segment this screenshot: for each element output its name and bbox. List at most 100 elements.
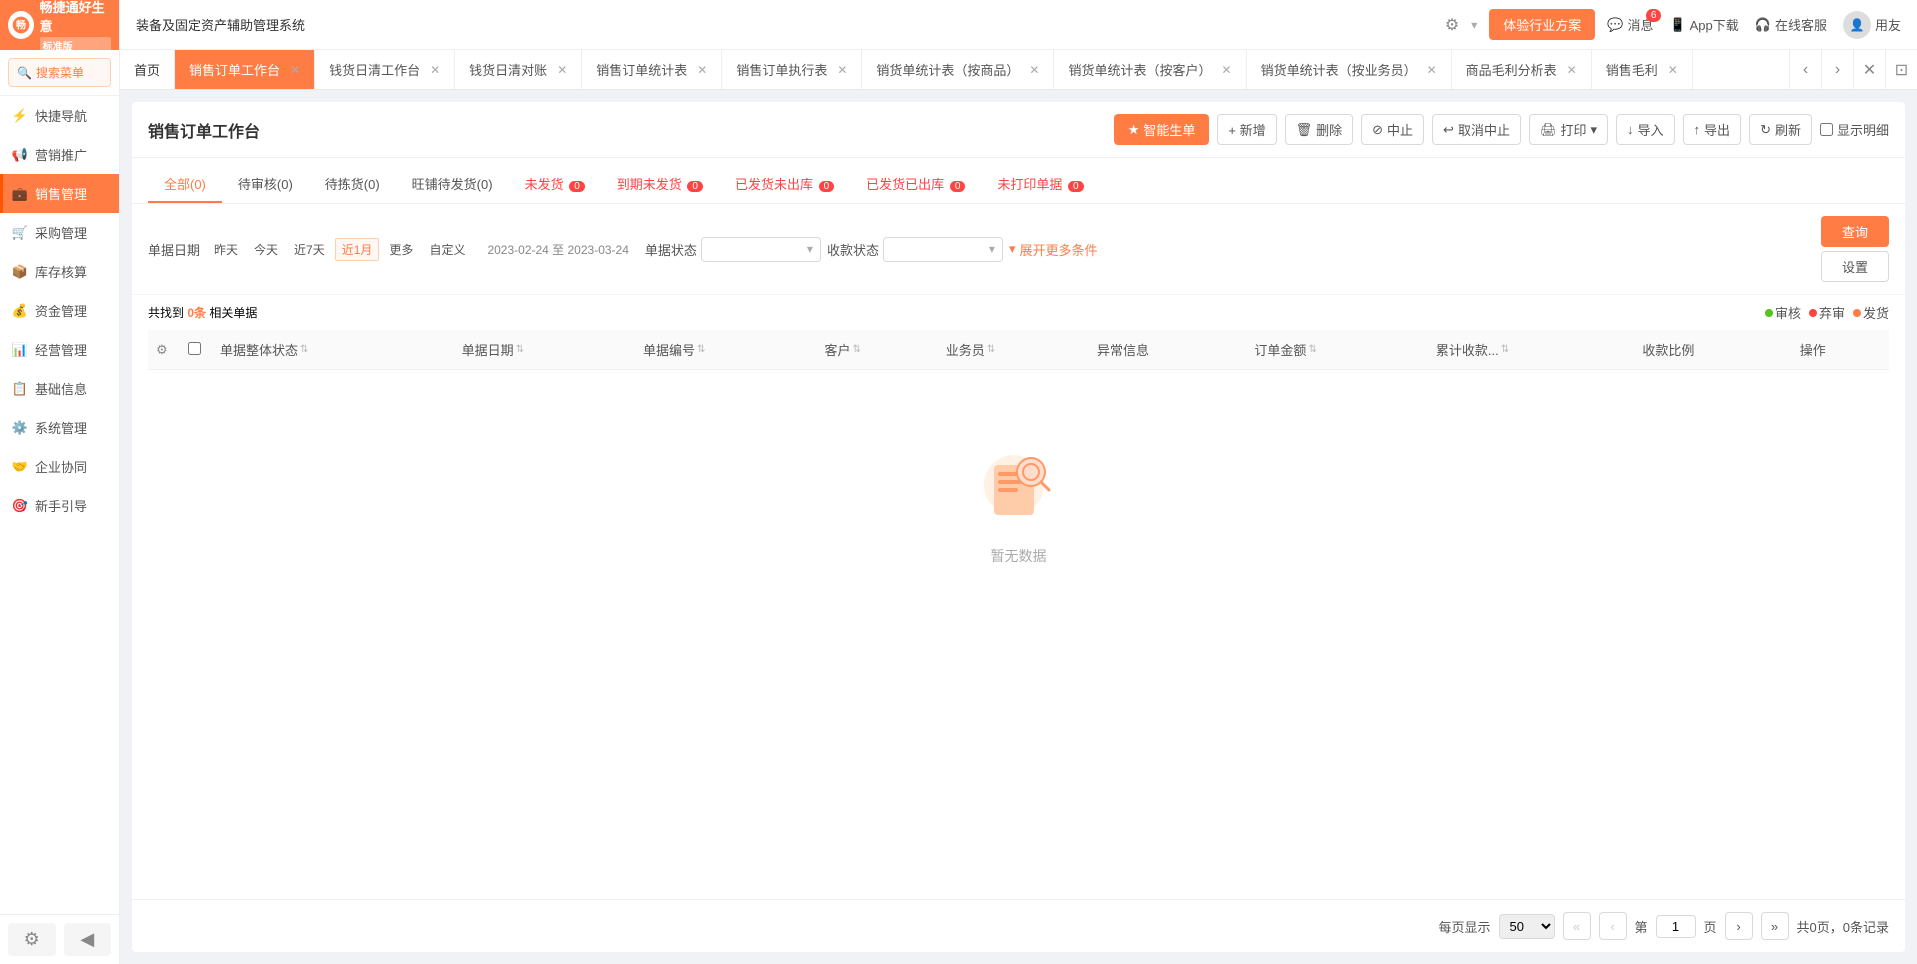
- filter-tab-pending-review[interactable]: 待审核(0): [222, 166, 309, 203]
- sidebar-item-system[interactable]: ⚙️ 系统管理: [0, 408, 119, 447]
- tab-sales-customer-close[interactable]: ✕: [1222, 63, 1232, 77]
- tab-prev-button[interactable]: ‹: [1789, 50, 1821, 90]
- page-prev-button[interactable]: ‹: [1599, 912, 1627, 940]
- th-collected-sort[interactable]: 累计收款... ⇅: [1436, 340, 1626, 359]
- th-ratio-label: 收款比例: [1642, 343, 1694, 358]
- result-actions: 审核 弃审 发货: [1765, 303, 1889, 322]
- settings-query-button[interactable]: 设置: [1821, 251, 1889, 282]
- tab-close-all-button[interactable]: ✕: [1853, 50, 1885, 90]
- date-option-1month[interactable]: 近1月: [335, 238, 380, 261]
- collapse-button[interactable]: ◀: [64, 923, 112, 956]
- tab-sales-product-close[interactable]: ✕: [1029, 63, 1039, 77]
- tab-home[interactable]: 首页: [120, 50, 175, 90]
- filter-tab-not-printed[interactable]: 未打印单据 0: [981, 166, 1099, 203]
- sidebar-item-operation[interactable]: 📊 经营管理: [0, 330, 119, 369]
- tab-product-margin[interactable]: 商品毛利分析表 ✕: [1452, 50, 1592, 90]
- filter-tab-wangpu[interactable]: 旺铺待发货(0): [396, 166, 509, 203]
- page-input[interactable]: [1656, 915, 1696, 938]
- tab-daily-cash[interactable]: 钱货日清工作台 ✕: [315, 50, 455, 90]
- date-option-today[interactable]: 今天: [248, 239, 284, 260]
- th-settings[interactable]: ⚙: [148, 330, 180, 370]
- status-select[interactable]: [701, 237, 821, 262]
- tab-sales-gross-close[interactable]: ✕: [1668, 63, 1678, 77]
- search-menu-button[interactable]: 🔍 搜索菜单: [8, 58, 111, 87]
- show-detail-input[interactable]: [1820, 123, 1833, 136]
- tab-sales-order-exec[interactable]: 销售订单执行表 ✕: [722, 50, 862, 90]
- payment-select[interactable]: [883, 237, 1003, 262]
- tab-fullscreen-button[interactable]: ⊡: [1885, 50, 1917, 90]
- sidebar-item-purchase[interactable]: 🛒 采购管理: [0, 213, 119, 252]
- sidebar-item-marketing[interactable]: 📢 营销推广: [0, 135, 119, 174]
- delete-button[interactable]: 🗑 删除: [1285, 114, 1354, 145]
- settings-button[interactable]: ⚙: [8, 923, 56, 956]
- table-header-row: ⚙ 单据整体状态 ⇅: [148, 330, 1889, 370]
- print-icon: 🖨: [1540, 122, 1557, 138]
- th-customer-sort[interactable]: 客户 ⇅: [824, 340, 929, 359]
- page-first-button[interactable]: «: [1563, 912, 1591, 940]
- import-button[interactable]: ↓ 导入: [1616, 114, 1675, 145]
- date-option-7days[interactable]: 近7天: [288, 239, 331, 260]
- tab-sales-stats-product[interactable]: 销货单统计表（按商品） ✕: [862, 50, 1054, 90]
- date-option-more[interactable]: 更多: [383, 239, 419, 260]
- cancel-stop-button[interactable]: ↩ 取消中止: [1432, 114, 1521, 145]
- tab-daily-cash-close[interactable]: ✕: [430, 63, 440, 77]
- sidebar-item-guide[interactable]: 🎯 新手引导: [0, 486, 119, 525]
- workspace-header: 销售订单工作台 ★ 智能生单 + 新增 🗑 删除 ⊘ 中止: [132, 102, 1905, 158]
- app-download-button[interactable]: 📱 App下载: [1669, 15, 1738, 34]
- message-button[interactable]: 💬 消息 6: [1607, 15, 1653, 34]
- tab-sales-order-workspace[interactable]: 销售订单工作台 ✕: [175, 50, 315, 90]
- online-service-button[interactable]: 🎧 在线客服: [1755, 15, 1827, 34]
- date-option-yesterday[interactable]: 昨天: [208, 239, 244, 260]
- th-status-sort[interactable]: 单据整体状态 ⇅: [220, 340, 446, 359]
- tab-sales-gross[interactable]: 销售毛利 ✕: [1592, 50, 1693, 90]
- topbar-settings-icon[interactable]: ⚙: [1445, 15, 1459, 35]
- filter-tab-expired[interactable]: 到期未发货 0: [601, 166, 719, 203]
- stop-button[interactable]: ⊘ 中止: [1361, 114, 1424, 145]
- th-staff-sort[interactable]: 业务员 ⇅: [946, 340, 1081, 359]
- date-option-custom[interactable]: 自定义: [423, 239, 471, 260]
- solution-button[interactable]: 体验行业方案: [1489, 9, 1595, 40]
- approve-action-button[interactable]: 审核: [1765, 303, 1801, 322]
- tab-next-button[interactable]: ›: [1821, 50, 1853, 90]
- page-size-select[interactable]: 50 10 20 100: [1499, 914, 1555, 939]
- page-last-button[interactable]: »: [1761, 912, 1789, 940]
- th-amount-sort[interactable]: 订单金额 ⇅: [1254, 340, 1419, 359]
- sidebar-item-basic[interactable]: 📋 基础信息: [0, 369, 119, 408]
- print-button[interactable]: 🖨 打印 ▾: [1529, 114, 1608, 145]
- export-button[interactable]: ↑ 导出: [1683, 114, 1742, 145]
- filter-tab-all[interactable]: 全部(0): [148, 166, 222, 203]
- expand-conditions-button[interactable]: ▾ 展开更多条件: [1009, 240, 1098, 259]
- smart-create-button[interactable]: ★ 智能生单: [1114, 114, 1210, 145]
- select-all-checkbox[interactable]: [188, 342, 201, 355]
- tab-sales-order-close[interactable]: ✕: [290, 63, 300, 77]
- ship-action-button[interactable]: 发货: [1853, 303, 1889, 322]
- tab-sales-stats-staff[interactable]: 销货单统计表（按业务员） ✕: [1247, 50, 1452, 90]
- tab-sales-stats-close[interactable]: ✕: [697, 63, 707, 77]
- tab-sales-stats-customer[interactable]: 销货单统计表（按客户） ✕: [1054, 50, 1246, 90]
- tab-sales-exec-close[interactable]: ✕: [837, 63, 847, 77]
- tab-sales-order-stats[interactable]: 销售订单统计表 ✕: [582, 50, 722, 90]
- tab-cash-goods-reconcile[interactable]: 钱货日清对账 ✕: [455, 50, 582, 90]
- sidebar-item-enterprise[interactable]: 🤝 企业协同: [0, 447, 119, 486]
- filter-tab-pending-inspect[interactable]: 待拣货(0): [309, 166, 396, 203]
- query-button[interactable]: 查询: [1821, 216, 1889, 247]
- user-profile[interactable]: 👤 用友: [1843, 11, 1901, 39]
- sidebar-item-sales[interactable]: 💼 销售管理: [0, 174, 119, 213]
- filter-tab-shipped-not-warehoused[interactable]: 已发货未出库 0: [719, 166, 850, 203]
- sidebar-item-quick-nav[interactable]: ⚡ 快捷导航: [0, 96, 119, 135]
- filter-tab-not-shipped[interactable]: 未发货 0: [509, 166, 601, 203]
- sidebar-item-finance[interactable]: 💰 资金管理: [0, 291, 119, 330]
- cancel-approve-action-button[interactable]: 弃审: [1809, 303, 1845, 322]
- filter-tab-shipped-warehoused[interactable]: 已发货已出库 0: [850, 166, 981, 203]
- tab-sales-staff-close[interactable]: ✕: [1427, 63, 1437, 77]
- page-next-button[interactable]: ›: [1725, 912, 1753, 940]
- sidebar-item-inventory[interactable]: 📦 库存核算: [0, 252, 119, 291]
- tab-product-margin-close[interactable]: ✕: [1567, 63, 1577, 77]
- show-detail-checkbox[interactable]: 显示明细: [1820, 120, 1889, 139]
- topbar-dropdown-icon[interactable]: ▾: [1471, 18, 1477, 32]
- tab-cash-goods-close[interactable]: ✕: [557, 63, 567, 77]
- add-button[interactable]: + 新增: [1217, 114, 1276, 145]
- refresh-button[interactable]: ↻ 刷新: [1749, 114, 1812, 145]
- th-date-sort[interactable]: 单据日期 ⇅: [462, 340, 627, 359]
- th-number-sort[interactable]: 单据编号 ⇅: [643, 340, 808, 359]
